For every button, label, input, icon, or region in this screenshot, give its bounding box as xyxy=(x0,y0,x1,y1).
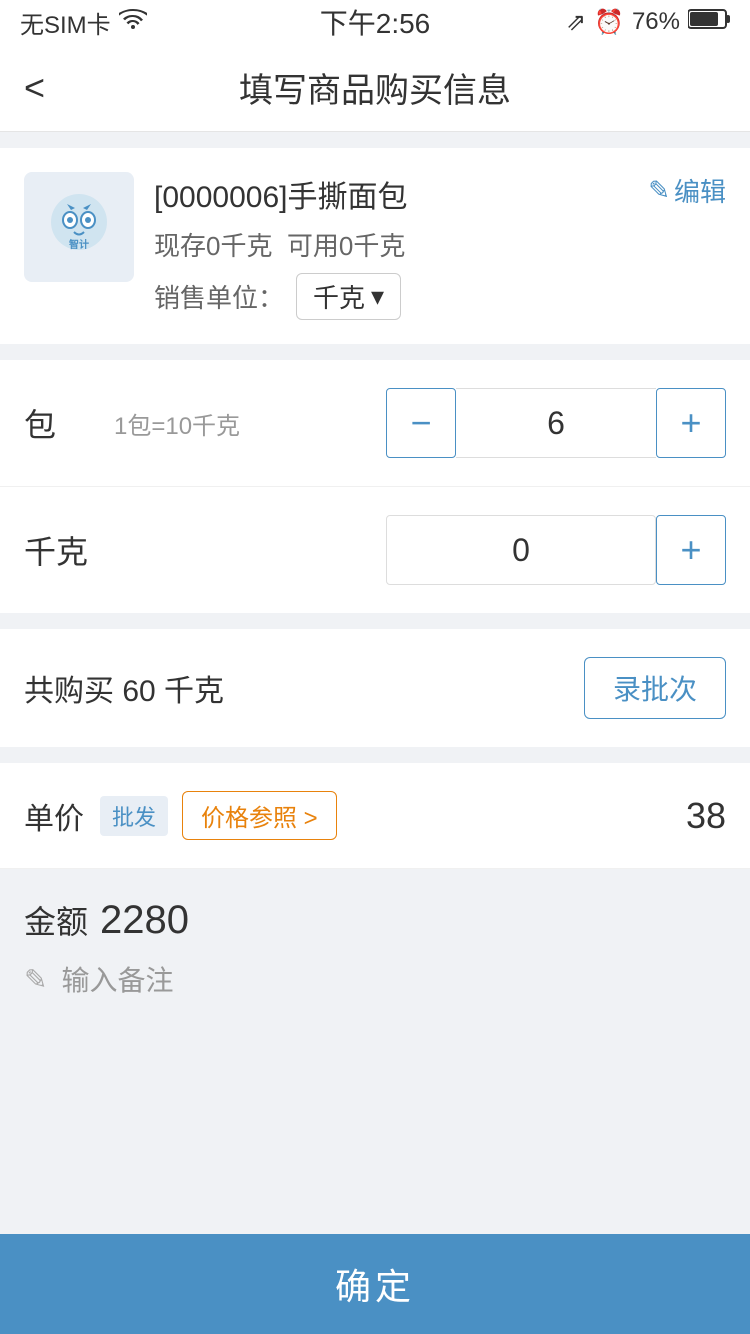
qty-row-kg: 千克 + xyxy=(0,487,750,613)
page-title: 填写商品购买信息 xyxy=(239,63,511,112)
qty-input-bao[interactable] xyxy=(456,388,656,458)
note-row[interactable]: ✎ 输入备注 xyxy=(24,959,726,999)
edit-label: 编辑 xyxy=(674,172,726,209)
summary-row: 共购买 60 千克 录批次 xyxy=(0,629,750,747)
qty-controls-bao: − + xyxy=(386,388,726,458)
status-left: 无SIM卡 xyxy=(20,5,147,40)
product-thumbnail: 智计 xyxy=(24,172,134,282)
amount-row: 金额 2280 xyxy=(24,897,726,943)
summary-text: 共购买 60 千克 xyxy=(24,666,224,710)
quantity-section: 包 1包=10千克 − + 千克 + xyxy=(0,360,750,613)
product-stock: 现存0千克 可用0千克 xyxy=(154,226,726,263)
unit-label: 销售单位： xyxy=(154,278,284,315)
location-icon: ⇗ xyxy=(566,8,586,37)
price-ref-button[interactable]: 价格参照 > xyxy=(182,791,337,840)
amount-label: 金额 xyxy=(24,897,88,943)
confirm-button[interactable]: 确定 xyxy=(0,1234,750,1334)
amount-value: 2280 xyxy=(100,898,189,943)
product-card: 智计 [0000006]手撕面包 现存0千克 可用0千克 销售单位： 千克 ▾ … xyxy=(0,148,750,344)
product-info: [0000006]手撕面包 现存0千克 可用0千克 销售单位： 千克 ▾ xyxy=(154,172,726,320)
battery-text: 76% xyxy=(632,8,680,36)
qty-plus-bao[interactable]: + xyxy=(656,388,726,458)
status-bar: 无SIM卡 下午2:56 ⇗ ⏰ 76% xyxy=(0,0,750,44)
qty-controls-kg: + xyxy=(386,515,726,585)
back-button[interactable]: < xyxy=(24,67,45,109)
pencil-icon: ✎ xyxy=(24,963,47,996)
qty-label-kg: 千克 xyxy=(24,527,104,573)
product-unit-row: 销售单位： 千克 ▾ xyxy=(154,273,726,320)
battery-icon xyxy=(688,8,730,37)
carrier-text: 无SIM卡 xyxy=(20,5,111,40)
wifi-icon xyxy=(119,8,147,36)
price-label: 单价 xyxy=(24,794,84,838)
qty-plus-kg[interactable]: + xyxy=(656,515,726,585)
batch-button[interactable]: 录批次 xyxy=(584,657,726,719)
product-name: [0000006]手撕面包 xyxy=(154,172,726,216)
note-placeholder: 输入备注 xyxy=(61,959,173,999)
qty-minus-bao[interactable]: − xyxy=(386,388,456,458)
edit-button[interactable]: ✎ 编辑 xyxy=(648,172,726,209)
qty-input-kg[interactable] xyxy=(386,515,656,585)
status-time: 下午2:56 xyxy=(320,2,431,42)
price-row: 单价 批发 价格参照 > 38 xyxy=(0,763,750,869)
qty-label-bao: 包 xyxy=(24,400,104,446)
qty-hint-bao: 1包=10千克 xyxy=(114,406,386,441)
dropdown-icon: ▾ xyxy=(371,281,384,312)
edit-icon: ✎ xyxy=(648,175,670,206)
qty-row-bao: 包 1包=10千克 − + xyxy=(0,360,750,487)
price-value: 38 xyxy=(686,795,726,837)
unit-value: 千克 xyxy=(313,278,365,315)
alarm-icon: ⏰ xyxy=(594,8,624,37)
nav-bar: < 填写商品购买信息 xyxy=(0,44,750,132)
product-logo: 智计 xyxy=(49,192,109,263)
status-right: ⇗ ⏰ 76% xyxy=(566,8,730,37)
unit-selector[interactable]: 千克 ▾ xyxy=(296,273,401,320)
price-section: 单价 批发 价格参照 > 38 xyxy=(0,763,750,869)
amount-section: 金额 2280 ✎ 输入备注 xyxy=(0,869,750,1015)
svg-text:智计: 智计 xyxy=(69,238,89,251)
price-badge: 批发 xyxy=(100,796,168,836)
